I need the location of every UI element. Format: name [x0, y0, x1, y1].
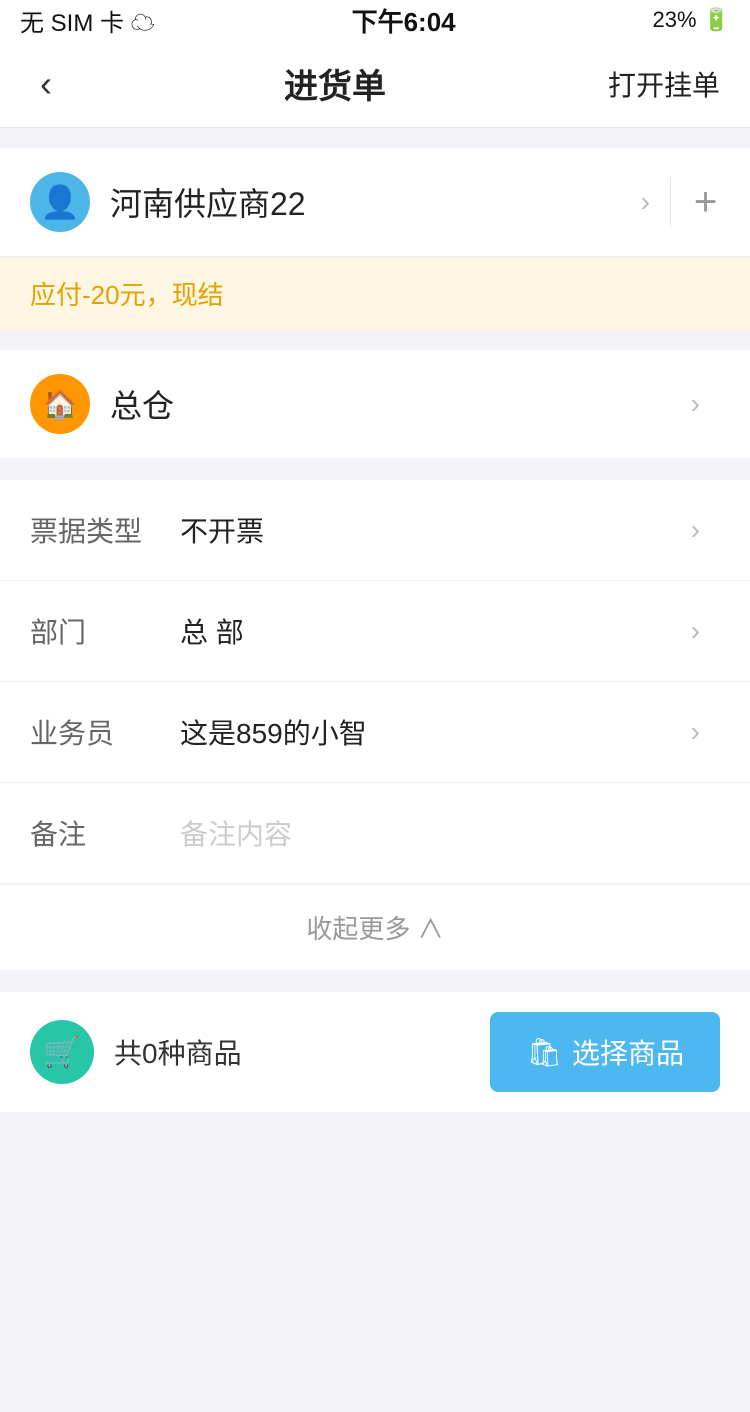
chevron-right-icon: ›	[641, 186, 650, 218]
select-product-icon: 🛍	[526, 1036, 562, 1069]
section-gap-3	[0, 458, 750, 478]
product-icon-wrap: 🛒	[30, 1020, 94, 1084]
product-count: 共0种商品	[114, 1032, 470, 1072]
supplier-name: 河南供应商22	[110, 179, 641, 225]
section-gap-1	[0, 128, 750, 148]
warehouse-chevron-icon: ›	[691, 388, 700, 420]
dept-row[interactable]: 部门 总 部 ›	[0, 581, 750, 682]
open-pending-button[interactable]: 打开挂单	[608, 64, 720, 104]
battery-label: 23%	[653, 7, 697, 33]
warehouse-row[interactable]: 🏠 总仓 ›	[0, 350, 750, 458]
bottom-bar: 🛒 共0种商品 🛍 选择商品	[0, 992, 750, 1112]
sales-row[interactable]: 业务员 这是859的小智 ›	[0, 682, 750, 783]
section-gap-2	[0, 330, 750, 350]
notice-text: 应付-20元，现结	[30, 280, 224, 310]
status-bar: 无 SIM 卡 ☁ 下午6:04 23% 🔋	[0, 0, 750, 40]
page-background	[0, 1112, 750, 1412]
supplier-row[interactable]: 👤 河南供应商22 › +	[0, 148, 750, 257]
remark-label: 备注	[30, 813, 150, 853]
status-left: 无 SIM 卡 ☁	[20, 3, 155, 38]
section-gap-4	[0, 970, 750, 990]
form-section: 票据类型 不开票 › 部门 总 部 › 业务员 这是859的小智 › 备注 备注…	[0, 480, 750, 970]
warehouse-icon: 🏠	[43, 388, 78, 421]
status-time: 下午6:04	[352, 2, 456, 39]
product-icon: 🛒	[43, 1035, 80, 1070]
sales-chevron-icon: ›	[691, 716, 700, 748]
dept-label: 部门	[30, 611, 150, 651]
sales-value: 这是859的小智	[150, 712, 691, 752]
warehouse-name: 总仓	[110, 381, 691, 427]
supplier-card: 👤 河南供应商22 › + 应付-20元，现结	[0, 148, 750, 330]
dept-value: 总 部	[150, 611, 691, 651]
back-button[interactable]: ‹	[30, 53, 62, 115]
battery-icon: 🔋	[703, 7, 730, 33]
dept-chevron-icon: ›	[691, 615, 700, 647]
avatar: 👤	[30, 172, 90, 232]
collapse-label: 收起更多 ∧	[306, 909, 443, 946]
status-right: 23% 🔋	[653, 7, 730, 33]
warehouse-icon-wrap: 🏠	[30, 374, 90, 434]
sales-label: 业务员	[30, 712, 150, 752]
select-product-label: 选择商品	[572, 1032, 684, 1072]
page-title: 进货单	[284, 59, 386, 108]
sim-label: 无 SIM 卡 ☁	[20, 3, 155, 38]
avatar-icon: 👤	[40, 183, 80, 221]
collapse-button[interactable]: 收起更多 ∧	[0, 884, 750, 970]
invoice-label: 票据类型	[30, 510, 150, 550]
invoice-chevron-icon: ›	[691, 514, 700, 546]
invoice-value: 不开票	[150, 510, 691, 550]
add-supplier-button[interactable]: +	[670, 177, 720, 227]
nav-bar: ‹ 进货单 打开挂单	[0, 40, 750, 128]
remark-input[interactable]: 备注内容	[150, 813, 720, 853]
invoice-row[interactable]: 票据类型 不开票 ›	[0, 480, 750, 581]
select-product-button[interactable]: 🛍 选择商品	[490, 1012, 720, 1092]
warehouse-card: 🏠 总仓 ›	[0, 350, 750, 458]
notice-bar: 应付-20元，现结	[0, 257, 750, 330]
remark-row[interactable]: 备注 备注内容	[0, 783, 750, 884]
